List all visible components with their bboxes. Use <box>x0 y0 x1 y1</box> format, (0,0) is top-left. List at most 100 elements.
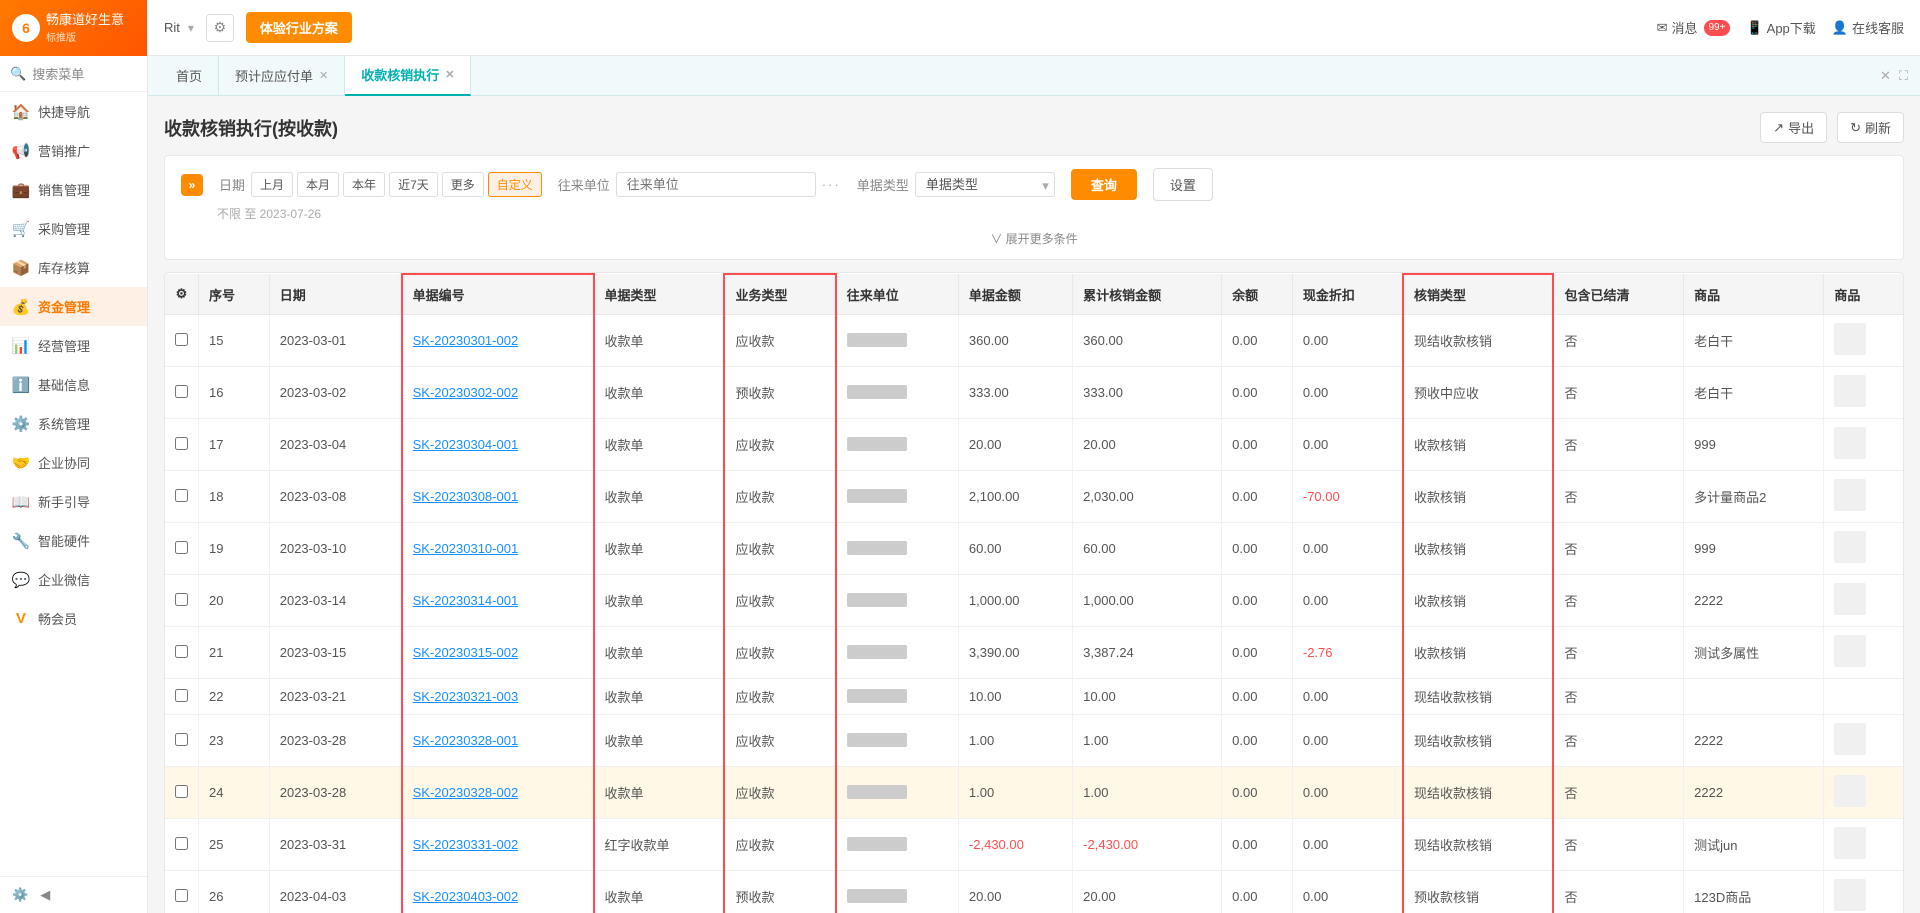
cell-voucher-no[interactable]: SK-20230314-001 <box>402 575 594 627</box>
sidebar-item-shortcut[interactable]: 🏠 快捷导航 <box>0 92 147 131</box>
sidebar-item-member[interactable]: V 畅会员 <box>0 599 147 638</box>
message-action[interactable]: ✉ 消息 99+ <box>1657 18 1731 37</box>
sidebar-item-wechat[interactable]: 💬 企业微信 <box>0 560 147 599</box>
sidebar-item-finance[interactable]: 💰 资金管理 <box>0 287 147 326</box>
cell-checkbox[interactable] <box>165 871 199 913</box>
cell-checkbox[interactable] <box>165 679 199 715</box>
cell-checkbox[interactable] <box>165 471 199 523</box>
date-btn-7days[interactable]: 近7天 <box>389 172 438 197</box>
sidebar-item-hardware[interactable]: 🔧 智能硬件 <box>0 521 147 560</box>
sidebar-item-enterprise[interactable]: 🤝 企业协同 <box>0 443 147 482</box>
voucher-no-link[interactable]: SK-20230308-001 <box>413 489 519 504</box>
voucher-no-link[interactable]: SK-20230314-001 <box>413 593 519 608</box>
filter-expand-button[interactable]: » <box>181 174 203 196</box>
row-checkbox[interactable] <box>175 541 188 554</box>
row-checkbox[interactable] <box>175 385 188 398</box>
refresh-button[interactable]: ↻ 刷新 <box>1837 112 1904 143</box>
tab-close-all-icon[interactable]: ✕ <box>1880 68 1891 84</box>
cell-voucher-no[interactable]: SK-20230315-002 <box>402 627 594 679</box>
cell-checkbox[interactable] <box>165 715 199 767</box>
date-btn-more[interactable]: 更多 <box>442 172 484 197</box>
cell-voucher-no[interactable]: SK-20230331-002 <box>402 819 594 871</box>
row-checkbox[interactable] <box>175 889 188 902</box>
voucher-no-link[interactable]: SK-20230315-002 <box>413 645 519 660</box>
col-settings[interactable]: ⚙ <box>165 274 199 315</box>
topbar-settings-button[interactable]: ⚙ <box>206 14 234 42</box>
row-checkbox[interactable] <box>175 437 188 450</box>
voucher-type-select[interactable]: 单据类型 收款单 红字收款单 <box>915 172 1055 197</box>
filter-dots: ··· <box>822 177 841 192</box>
export-button[interactable]: ↗ 导出 <box>1760 112 1827 143</box>
voucher-no-link[interactable]: SK-20230301-002 <box>413 333 519 348</box>
search-menu[interactable]: 🔍 搜索菜单 <box>0 56 147 92</box>
cell-writeoff-type: 预收中应收 <box>1403 367 1553 419</box>
date-btn-this-year[interactable]: 本年 <box>343 172 385 197</box>
tab-maximize-icon[interactable]: ⛶ <box>1899 68 1908 84</box>
col-writeoff-type: 核销类型 <box>1403 274 1553 315</box>
cell-voucher-no[interactable]: SK-20230328-001 <box>402 715 594 767</box>
sidebar-item-purchase[interactable]: 🛒 采购管理 <box>0 209 147 248</box>
cell-biz-type: 应收款 <box>724 523 835 575</box>
cell-voucher-no[interactable]: SK-20230304-001 <box>402 419 594 471</box>
cell-voucher-no[interactable]: SK-20230403-002 <box>402 871 594 913</box>
voucher-no-link[interactable]: SK-20230328-002 <box>413 785 519 800</box>
cell-checkbox[interactable] <box>165 523 199 575</box>
date-btn-custom[interactable]: 自定义 <box>488 172 542 197</box>
voucher-no-link[interactable]: SK-20230304-001 <box>413 437 519 452</box>
sidebar-item-operations[interactable]: 📊 经营管理 <box>0 326 147 365</box>
cell-checkbox[interactable] <box>165 819 199 871</box>
row-checkbox[interactable] <box>175 733 188 746</box>
sidebar-item-basic[interactable]: ℹ️ 基础信息 <box>0 365 147 404</box>
voucher-no-link[interactable]: SK-20230321-003 <box>413 689 519 704</box>
tab-receipts-close[interactable]: ✕ <box>445 68 454 81</box>
voucher-no-link[interactable]: SK-20230302-002 <box>413 385 519 400</box>
cell-checkbox[interactable] <box>165 419 199 471</box>
blurred-value <box>847 837 907 851</box>
row-checkbox[interactable] <box>175 785 188 798</box>
cell-voucher-no[interactable]: SK-20230321-003 <box>402 679 594 715</box>
row-checkbox[interactable] <box>175 489 188 502</box>
tab-receipts[interactable]: 收款核销执行 ✕ <box>345 56 471 96</box>
sidebar-item-marketing[interactable]: 📢 营销推广 <box>0 131 147 170</box>
cell-voucher-no[interactable]: SK-20230308-001 <box>402 471 594 523</box>
tab-pending-close[interactable]: ✕ <box>319 69 328 82</box>
cell-goods2 <box>1824 471 1903 523</box>
sidebar-settings-icon[interactable]: ⚙️ <box>12 887 28 903</box>
cell-voucher-no[interactable]: SK-20230302-002 <box>402 367 594 419</box>
sidebar-item-inventory[interactable]: 📦 库存核算 <box>0 248 147 287</box>
online-service-action[interactable]: 👤 在线客服 <box>1832 18 1904 37</box>
sidebar-item-sales[interactable]: 💼 销售管理 <box>0 170 147 209</box>
sidebar-item-guide[interactable]: 📖 新手引导 <box>0 482 147 521</box>
voucher-no-link[interactable]: SK-20230310-001 <box>413 541 519 556</box>
row-checkbox[interactable] <box>175 689 188 702</box>
voucher-no-link[interactable]: SK-20230331-002 <box>413 837 519 852</box>
cell-checkbox[interactable] <box>165 767 199 819</box>
date-btn-last-month[interactable]: 上月 <box>251 172 293 197</box>
cell-checkbox[interactable] <box>165 627 199 679</box>
cell-voucher-no[interactable]: SK-20230310-001 <box>402 523 594 575</box>
row-checkbox[interactable] <box>175 837 188 850</box>
app-download-action[interactable]: 📱 App下载 <box>1746 18 1815 37</box>
query-button[interactable]: 查询 <box>1071 169 1137 200</box>
sidebar-collapse-icon[interactable]: ◀ <box>40 887 50 903</box>
row-checkbox[interactable] <box>175 593 188 606</box>
row-checkbox[interactable] <box>175 645 188 658</box>
cell-checkbox[interactable] <box>165 315 199 367</box>
voucher-no-link[interactable]: SK-20230328-001 <box>413 733 519 748</box>
tab-home[interactable]: 首页 <box>160 56 219 96</box>
row-checkbox[interactable] <box>175 333 188 346</box>
solution-button[interactable]: 体验行业方案 <box>246 12 352 43</box>
sidebar-item-system[interactable]: ⚙️ 系统管理 <box>0 404 147 443</box>
date-btn-this-month[interactable]: 本月 <box>297 172 339 197</box>
settings-button[interactable]: 设置 <box>1153 168 1213 201</box>
cell-voucher-no[interactable]: SK-20230301-002 <box>402 315 594 367</box>
cell-goods: 老白干 <box>1684 315 1824 367</box>
cell-voucher-no[interactable]: SK-20230328-002 <box>402 767 594 819</box>
tab-pending[interactable]: 预计应应付单 ✕ <box>219 56 345 96</box>
cell-checkbox[interactable] <box>165 575 199 627</box>
voucher-no-link[interactable]: SK-20230403-002 <box>413 889 519 904</box>
filter-more-button[interactable]: ∨ 展开更多条件 <box>990 230 1077 247</box>
cell-checkbox[interactable] <box>165 367 199 419</box>
cell-date: 2023-03-08 <box>269 471 401 523</box>
counterparty-input[interactable] <box>616 172 816 197</box>
